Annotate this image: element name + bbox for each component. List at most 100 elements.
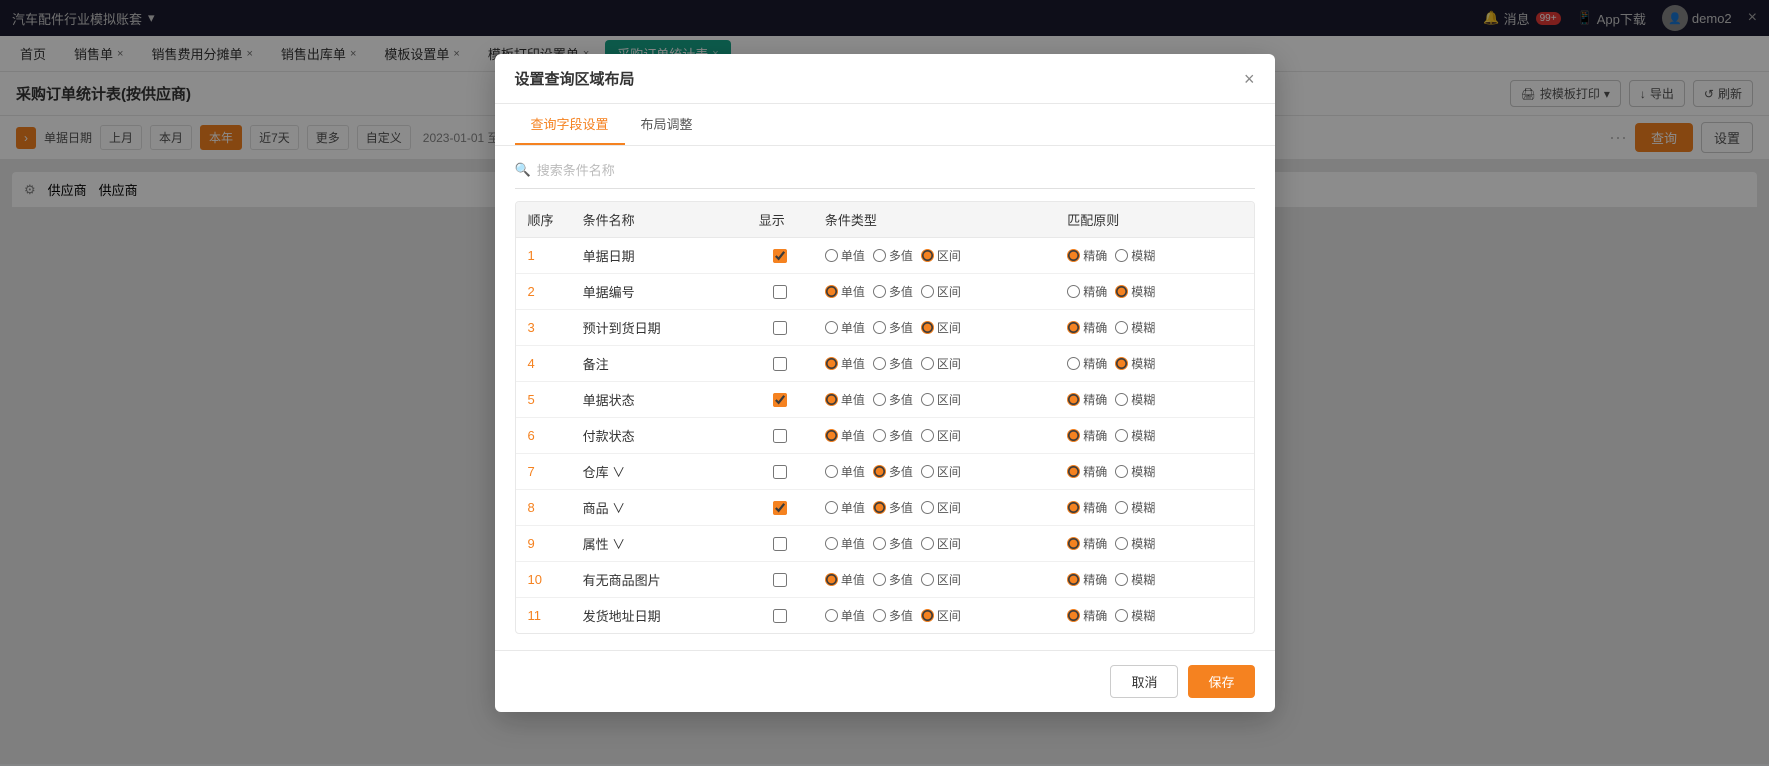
- radio-single-4[interactable]: 单值: [825, 391, 865, 408]
- radio-range-4[interactable]: 区间: [921, 391, 961, 408]
- radio-exact-10[interactable]: 精确: [1067, 607, 1107, 624]
- radio-multi-0[interactable]: 多值: [873, 247, 913, 264]
- radio-range-7[interactable]: 区间: [921, 499, 961, 516]
- radio-multi-9[interactable]: 多值: [873, 571, 913, 588]
- radio-single-10[interactable]: 单值: [825, 607, 865, 624]
- cell-match: 精确 模糊: [1055, 526, 1253, 562]
- cell-show: [747, 526, 813, 562]
- radio-fuzzy-4[interactable]: 模糊: [1115, 391, 1155, 408]
- radio-exact-9[interactable]: 精确: [1067, 571, 1107, 588]
- radio-exact-4[interactable]: 精确: [1067, 391, 1107, 408]
- cell-type: 单值 多值 区间: [813, 382, 1055, 418]
- radio-fuzzy-0[interactable]: 模糊: [1115, 247, 1155, 264]
- dialog-header: 设置查询区域布局 ×: [495, 54, 1275, 104]
- show-checkbox-0[interactable]: [773, 249, 787, 263]
- show-checkbox-7[interactable]: [773, 501, 787, 515]
- cell-name: 单据日期: [571, 238, 747, 274]
- cell-name: 单据编号: [571, 274, 747, 310]
- cell-show: [747, 598, 813, 634]
- radio-single-7[interactable]: 单值: [825, 499, 865, 516]
- search-bar: 🔍: [515, 162, 1255, 189]
- cancel-button[interactable]: 取消: [1110, 665, 1178, 698]
- radio-fuzzy-9[interactable]: 模糊: [1115, 571, 1155, 588]
- table-row: 7 仓库 ∨ 单值 多值 区间: [516, 454, 1254, 490]
- radio-exact-5[interactable]: 精确: [1067, 427, 1107, 444]
- radio-multi-4[interactable]: 多值: [873, 391, 913, 408]
- radio-exact-0[interactable]: 精确: [1067, 247, 1107, 264]
- radio-fuzzy-10[interactable]: 模糊: [1115, 607, 1155, 624]
- radio-fuzzy-2[interactable]: 模糊: [1115, 319, 1155, 336]
- radio-single-2[interactable]: 单值: [825, 319, 865, 336]
- cell-show: [747, 562, 813, 598]
- radio-multi-3[interactable]: 多值: [873, 355, 913, 372]
- radio-single-5[interactable]: 单值: [825, 427, 865, 444]
- show-checkbox-2[interactable]: [773, 321, 787, 335]
- radio-range-2[interactable]: 区间: [921, 319, 961, 336]
- radio-range-9[interactable]: 区间: [921, 571, 961, 588]
- radio-multi-7[interactable]: 多值: [873, 499, 913, 516]
- cell-match: 精确 模糊: [1055, 310, 1253, 346]
- radio-fuzzy-3[interactable]: 模糊: [1115, 355, 1155, 372]
- radio-exact-2[interactable]: 精确: [1067, 319, 1107, 336]
- radio-exact-1[interactable]: 精确: [1067, 283, 1107, 300]
- table-row: 8 商品 ∨ 单值 多值 区间: [516, 490, 1254, 526]
- show-checkbox-10[interactable]: [773, 609, 787, 623]
- radio-fuzzy-6[interactable]: 模糊: [1115, 463, 1155, 480]
- cell-order: 2: [516, 274, 571, 310]
- cell-order: 1: [516, 238, 571, 274]
- radio-fuzzy-5[interactable]: 模糊: [1115, 427, 1155, 444]
- show-checkbox-4[interactable]: [773, 393, 787, 407]
- radio-range-1[interactable]: 区间: [921, 283, 961, 300]
- cell-type: 单值 多值 区间: [813, 418, 1055, 454]
- save-button[interactable]: 保存: [1188, 665, 1254, 698]
- cell-type: 单值 多值 区间: [813, 490, 1055, 526]
- radio-exact-6[interactable]: 精确: [1067, 463, 1107, 480]
- table-header-row-main: 顺序 条件名称 显示 条件类型 匹配原则: [516, 202, 1254, 238]
- dialog: 设置查询区域布局 × 查询字段设置 布局调整 🔍: [495, 54, 1275, 712]
- dialog-tab-fields[interactable]: 查询字段设置: [515, 104, 625, 145]
- radio-range-3[interactable]: 区间: [921, 355, 961, 372]
- cell-name: 仓库 ∨: [571, 454, 747, 490]
- dialog-tab-layout[interactable]: 布局调整: [625, 104, 709, 145]
- radio-range-8[interactable]: 区间: [921, 535, 961, 552]
- dialog-body: 🔍 顺序 条件名称 显示 条件类型 匹配原则: [495, 146, 1275, 650]
- radio-range-6[interactable]: 区间: [921, 463, 961, 480]
- radio-multi-1[interactable]: 多值: [873, 283, 913, 300]
- radio-single-3[interactable]: 单值: [825, 355, 865, 372]
- th-show: 显示: [747, 202, 813, 238]
- radio-multi-6[interactable]: 多值: [873, 463, 913, 480]
- radio-range-0[interactable]: 区间: [921, 247, 961, 264]
- show-checkbox-3[interactable]: [773, 357, 787, 371]
- radio-single-6[interactable]: 单值: [825, 463, 865, 480]
- cell-name: 付款状态: [571, 418, 747, 454]
- search-input[interactable]: [537, 163, 737, 178]
- cell-order: 7: [516, 454, 571, 490]
- radio-multi-8[interactable]: 多值: [873, 535, 913, 552]
- cell-name: 备注: [571, 346, 747, 382]
- radio-exact-8[interactable]: 精确: [1067, 535, 1107, 552]
- show-checkbox-8[interactable]: [773, 537, 787, 551]
- cell-show: [747, 454, 813, 490]
- radio-range-5[interactable]: 区间: [921, 427, 961, 444]
- show-checkbox-1[interactable]: [773, 285, 787, 299]
- cell-show: [747, 238, 813, 274]
- cell-name: 有无商品图片: [571, 562, 747, 598]
- cell-match: 精确 模糊: [1055, 454, 1253, 490]
- show-checkbox-5[interactable]: [773, 429, 787, 443]
- radio-single-1[interactable]: 单值: [825, 283, 865, 300]
- radio-multi-10[interactable]: 多值: [873, 607, 913, 624]
- radio-multi-5[interactable]: 多值: [873, 427, 913, 444]
- radio-fuzzy-7[interactable]: 模糊: [1115, 499, 1155, 516]
- radio-single-9[interactable]: 单值: [825, 571, 865, 588]
- show-checkbox-6[interactable]: [773, 465, 787, 479]
- radio-exact-7[interactable]: 精确: [1067, 499, 1107, 516]
- radio-fuzzy-8[interactable]: 模糊: [1115, 535, 1155, 552]
- radio-exact-3[interactable]: 精确: [1067, 355, 1107, 372]
- radio-multi-2[interactable]: 多值: [873, 319, 913, 336]
- show-checkbox-9[interactable]: [773, 573, 787, 587]
- radio-range-10[interactable]: 区间: [921, 607, 961, 624]
- dialog-close-button[interactable]: ×: [1244, 70, 1255, 88]
- radio-single-0[interactable]: 单值: [825, 247, 865, 264]
- radio-fuzzy-1[interactable]: 模糊: [1115, 283, 1155, 300]
- radio-single-8[interactable]: 单值: [825, 535, 865, 552]
